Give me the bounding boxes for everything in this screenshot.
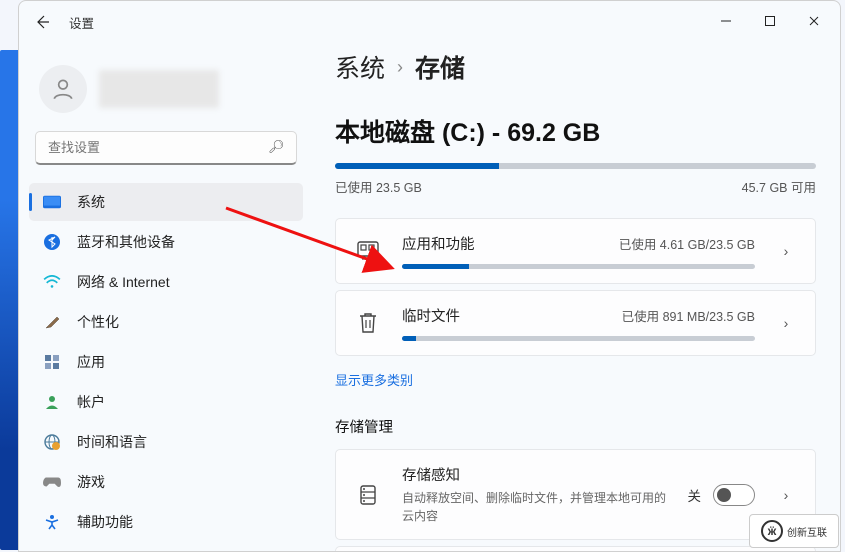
- category-bar-fill: [402, 264, 469, 269]
- category-title: 应用和功能: [402, 233, 475, 254]
- watermark: ӝ 创新互联: [749, 514, 839, 548]
- category-usage: 已使用 891 MB/23.5 GB: [622, 306, 755, 325]
- gamepad-icon: [43, 473, 61, 491]
- category-bar: [402, 336, 755, 341]
- apps-category-icon: [354, 237, 382, 265]
- system-icon: [43, 193, 61, 211]
- window-minimize-button[interactable]: [716, 15, 736, 30]
- sidebar-item-label: 时间和语言: [77, 432, 147, 452]
- avatar: [39, 65, 87, 113]
- sidebar: 🔍︎ 系统 蓝牙和其他设备 网络 & Internet 个性化: [19, 43, 317, 551]
- chevron-right-icon: ›: [397, 57, 403, 78]
- sidebar-item-label: 应用: [77, 352, 105, 372]
- disk-usage-bar: [335, 163, 816, 169]
- sidebar-item-accounts[interactable]: 帐户: [29, 383, 303, 421]
- category-temp-card[interactable]: 临时文件 已使用 891 MB/23.5 GB ›: [335, 290, 816, 356]
- sidebar-item-label: 帐户: [77, 392, 105, 412]
- watermark-text: 创新互联: [787, 524, 827, 539]
- back-arrow-icon: [34, 14, 50, 30]
- breadcrumb-storage: 存储: [415, 49, 465, 85]
- disk-usage-fill: [335, 163, 499, 169]
- bluetooth-icon: [43, 233, 61, 251]
- account-icon: [43, 393, 61, 411]
- storage-sense-icon: [354, 481, 382, 509]
- sidebar-item-gaming[interactable]: 游戏: [29, 463, 303, 501]
- accessibility-icon: [43, 513, 61, 531]
- category-apps-card[interactable]: 应用和功能 已使用 4.61 GB/23.5 GB ›: [335, 218, 816, 284]
- window-close-button[interactable]: [804, 15, 824, 30]
- sidebar-item-personalize[interactable]: 个性化: [29, 303, 303, 341]
- storage-management-heading: 存储管理: [335, 416, 816, 437]
- sidebar-item-accessibility[interactable]: 辅助功能: [29, 503, 303, 541]
- window-maximize-button[interactable]: [760, 15, 780, 30]
- sidebar-item-label: 个性化: [77, 312, 119, 332]
- breadcrumb: 系统 › 存储: [335, 49, 816, 85]
- sidebar-item-label: 系统: [77, 192, 105, 212]
- sidebar-item-apps[interactable]: 应用: [29, 343, 303, 381]
- search-icon: 🔍︎: [268, 139, 285, 155]
- category-usage: 已使用 4.61 GB/23.5 GB: [619, 234, 755, 253]
- sidebar-item-label: 游戏: [77, 472, 105, 492]
- sidebar-item-network[interactable]: 网络 & Internet: [29, 263, 303, 301]
- toggle-state-label: 关: [688, 485, 702, 505]
- globe-clock-icon: [43, 433, 61, 451]
- chevron-right-icon: ›: [775, 487, 797, 503]
- storage-sense-subtitle: 自动释放空间、删除临时文件，并管理本地可用的云内容: [402, 489, 668, 525]
- storage-sense-card[interactable]: 存储感知 自动释放空间、删除临时文件，并管理本地可用的云内容 关 ›: [335, 449, 816, 540]
- watermark-logo-icon: ӝ: [761, 520, 783, 542]
- wifi-icon: [43, 273, 61, 291]
- chevron-right-icon: ›: [775, 315, 797, 331]
- disk-title: 本地磁盘 (C:) - 69.2 GB: [335, 113, 816, 149]
- storage-sense-toggle[interactable]: [713, 484, 755, 506]
- show-more-categories-link[interactable]: 显示更多类别: [335, 370, 413, 389]
- sidebar-item-label: 蓝牙和其他设备: [77, 232, 175, 252]
- paintbrush-icon: [43, 313, 61, 331]
- person-icon: [50, 76, 76, 102]
- disk-used-label: 已使用 23.5 GB: [335, 177, 422, 196]
- sidebar-item-label: 网络 & Internet: [77, 272, 170, 292]
- profile-name-blurred: [99, 70, 219, 108]
- app-title: 设置: [69, 13, 94, 32]
- cleanup-recommend-card[interactable]: 清理建议 存储已优化，无需执行任何操作: [335, 546, 816, 551]
- category-bar-fill: [402, 336, 416, 341]
- settings-window: 设置 🔍︎: [18, 0, 841, 552]
- search-input[interactable]: [35, 131, 297, 165]
- sidebar-item-label: 辅助功能: [77, 512, 133, 532]
- apps-grid-icon: [43, 353, 61, 371]
- window-titlebar: 设置: [19, 1, 840, 43]
- storage-sense-title: 存储感知: [402, 464, 668, 485]
- breadcrumb-system[interactable]: 系统: [335, 49, 385, 85]
- category-title: 临时文件: [402, 305, 460, 326]
- trash-icon: [354, 309, 382, 337]
- sidebar-item-bluetooth[interactable]: 蓝牙和其他设备: [29, 223, 303, 261]
- profile-row[interactable]: [29, 61, 303, 131]
- sidebar-item-system[interactable]: 系统: [29, 183, 303, 221]
- disk-free-label: 45.7 GB 可用: [742, 177, 816, 196]
- sidebar-item-time[interactable]: 时间和语言: [29, 423, 303, 461]
- back-button[interactable]: [33, 13, 51, 31]
- category-bar: [402, 264, 755, 269]
- main-content: 系统 › 存储 本地磁盘 (C:) - 69.2 GB 已使用 23.5 GB …: [317, 43, 840, 551]
- sidebar-nav: 系统 蓝牙和其他设备 网络 & Internet 个性化 应用: [29, 183, 303, 541]
- chevron-right-icon: ›: [775, 243, 797, 259]
